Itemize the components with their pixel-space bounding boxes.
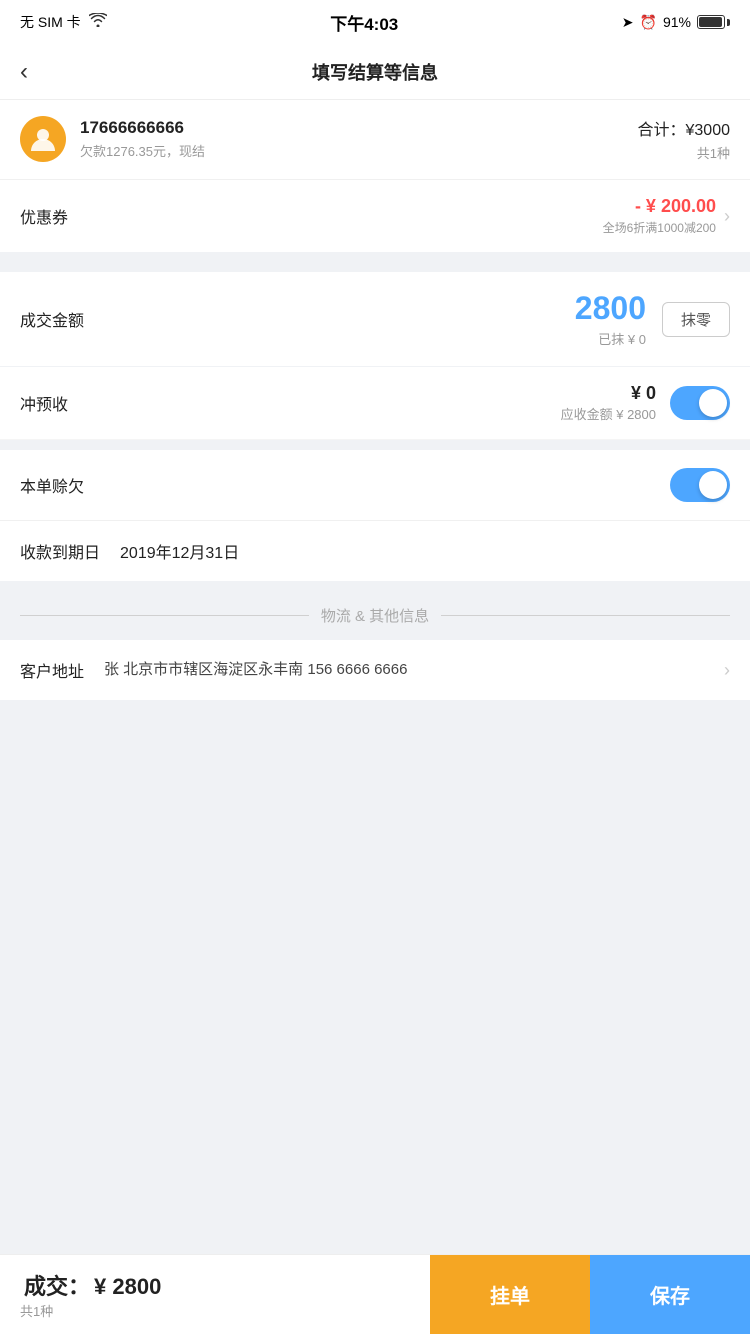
amount-section: 成交金额 2800 已抹 ¥ 0 抹零	[0, 272, 750, 366]
status-left: 无 SIM 卡	[20, 12, 107, 32]
credit-toggle[interactable]	[670, 468, 730, 502]
user-info: 17666666666 欠款1276.35元，现结	[80, 118, 637, 160]
round-button[interactable]: 抹零	[662, 302, 730, 337]
coupon-row[interactable]: 优惠券 - ¥ 200.00 全场6折满1000减200 ›	[0, 179, 750, 252]
logistics-label: 物流 & 其他信息	[321, 605, 429, 626]
prepay-toggle[interactable]	[670, 386, 730, 420]
divider-line-left	[20, 615, 309, 616]
coupon-discount: - ¥ 200.00	[635, 196, 716, 217]
save-button[interactable]: 保存	[590, 1255, 750, 1334]
user-phone: 17666666666	[80, 118, 637, 138]
amount-row-right: 2800 已抹 ¥ 0 抹零	[575, 290, 730, 348]
wifi-icon	[89, 13, 107, 32]
prepay-right: ¥ 0 应收金额 ¥ 2800	[561, 383, 730, 423]
credit-row: 本单赊欠	[0, 450, 750, 520]
address-label: 客户地址	[20, 658, 84, 682]
user-card: 17666666666 欠款1276.35元，现结 合计：¥3000 共1种 优…	[0, 100, 750, 252]
address-value: 张 北京市市辖区海淀区永丰南 156 6666 6666	[104, 659, 716, 682]
prepay-row: 冲预收 ¥ 0 应收金额 ¥ 2800	[0, 367, 750, 440]
location-icon: ➤	[622, 14, 634, 31]
coupon-right: - ¥ 200.00 全场6折满1000减200	[603, 196, 716, 236]
prepay-amount-col: ¥ 0 应收金额 ¥ 2800	[561, 383, 656, 423]
user-row: 17666666666 欠款1276.35元，现结 合计：¥3000 共1种	[0, 100, 750, 178]
nav-bar: ‹ 填写结算等信息	[0, 44, 750, 100]
status-bar: 无 SIM 卡 下午4:03 ➤ ⏰ 91%	[0, 0, 750, 44]
amount-col: 2800 已抹 ¥ 0	[575, 290, 646, 348]
no-sim-text: 无 SIM 卡	[20, 12, 81, 32]
bottom-summary: 成交：¥ 2800 共1种	[0, 1269, 430, 1320]
total-amount: 合计：¥3000	[637, 116, 730, 140]
total-sub: 共1种	[637, 143, 730, 162]
battery-icon	[697, 15, 730, 29]
battery-percent: 91%	[663, 14, 691, 30]
content: 17666666666 欠款1276.35元，现结 合计：¥3000 共1种 优…	[0, 100, 750, 880]
bottom-count: 共1种	[20, 1301, 410, 1320]
address-chevron: ›	[724, 660, 730, 681]
page-title: 填写结算等信息	[312, 59, 438, 85]
status-right: ➤ ⏰ 91%	[622, 14, 730, 31]
gray-spacer	[0, 700, 750, 800]
prepay-sub: 应收金额 ¥ 2800	[561, 404, 656, 423]
user-sub: 欠款1276.35元，现结	[80, 141, 637, 160]
due-date-row: 收款到期日 2019年12月31日	[0, 521, 750, 581]
status-time: 下午4:03	[330, 10, 398, 35]
coupon-label: 优惠券	[20, 204, 68, 228]
alarm-icon: ⏰	[640, 14, 657, 31]
address-row[interactable]: 客户地址 张 北京市市辖区海淀区永丰南 156 6666 6666 ›	[0, 640, 750, 700]
bottom-bar: 成交：¥ 2800 共1种 挂单 保存	[0, 1254, 750, 1334]
due-value: 2019年12月31日	[120, 539, 239, 563]
amount-label: 成交金额	[20, 307, 84, 331]
bottom-deal: 成交：¥ 2800	[20, 1269, 410, 1301]
divider-1	[0, 262, 750, 272]
divider-line-right	[441, 615, 730, 616]
logistics-section: 物流 & 其他信息	[0, 591, 750, 640]
due-label: 收款到期日	[20, 539, 100, 563]
amount-value: 2800	[575, 290, 646, 327]
divider-3	[0, 581, 750, 591]
back-button[interactable]: ‹	[20, 58, 28, 86]
coupon-chevron: ›	[724, 206, 730, 227]
amount-row: 成交金额 2800 已抹 ¥ 0 抹零	[20, 272, 730, 366]
coupon-desc: 全场6折满1000减200	[603, 219, 716, 236]
user-total: 合计：¥3000 共1种	[637, 116, 730, 162]
hang-button[interactable]: 挂单	[430, 1255, 590, 1334]
credit-label: 本单赊欠	[20, 473, 84, 497]
amount-erased: 已抹 ¥ 0	[598, 329, 646, 348]
avatar	[20, 116, 66, 162]
prepay-label: 冲预收	[20, 391, 68, 415]
prepay-amount: ¥ 0	[631, 383, 656, 404]
divider-2	[0, 440, 750, 450]
